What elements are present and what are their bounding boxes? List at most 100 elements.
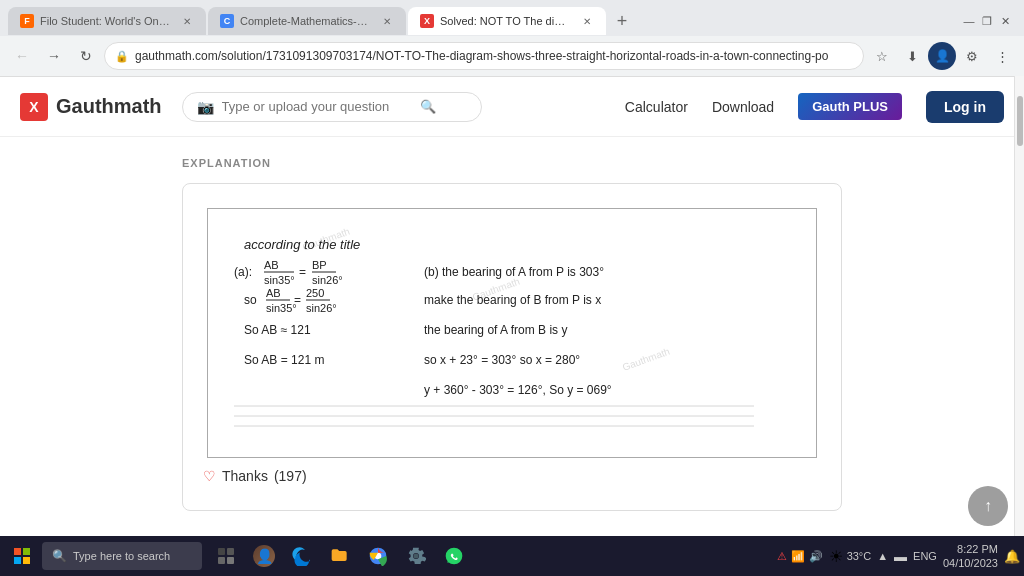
profile-button[interactable]: 👤 [928,42,956,70]
system-tray: ⚠ 📶 🔊 [777,550,823,563]
svg-text:(a):: (a): [234,265,252,279]
logo-icon: X [20,93,48,121]
scroll-thumb[interactable] [1017,96,1023,146]
svg-text:sin35°: sin35° [266,302,297,314]
close-button[interactable]: ✕ [998,14,1012,28]
gauthplus-label: Gauth PLUS [812,99,888,114]
svg-text:sin26°: sin26° [312,274,343,286]
svg-rect-37 [227,557,234,564]
tab-add-button[interactable]: + [608,7,636,35]
scrollbar[interactable] [1014,76,1024,536]
svg-rect-35 [227,548,234,555]
svg-text:=: = [294,293,301,307]
login-label: Log in [944,99,986,115]
start-button[interactable] [4,538,40,574]
svg-rect-30 [14,548,21,555]
taskbar-app-whatsapp[interactable] [436,538,472,574]
svg-text:sin26°: sin26° [306,302,337,314]
svg-text:the bearing of A from B is y: the bearing of A from B is y [424,323,567,337]
svg-text:sin35°: sin35° [264,274,295,286]
scroll-up-button[interactable]: ↑ [968,486,1008,526]
explanation-label: EXPLANATION [182,157,842,169]
svg-text:BP: BP [312,259,327,271]
temperature: 33°C [847,550,872,562]
tab-filo[interactable]: F Filo Student: World's Only L... ✕ [8,7,206,35]
thanks-label: Thanks [222,468,268,484]
taskbar-search-icon: 🔍 [52,549,67,563]
taskbar-datetime[interactable]: 8:22 PM 04/10/2023 [943,542,998,571]
tab-filo-close[interactable]: ✕ [180,14,194,28]
scroll-up-icon: ↑ [984,497,992,515]
svg-text:according to the title: according to the title [244,237,360,252]
svg-text:So AB ≈ 121: So AB ≈ 121 [244,323,311,337]
tab-solved[interactable]: X Solved: NOT TO The diagram sh... ✕ [408,7,606,35]
svg-rect-33 [23,557,30,564]
taskbar-right: ⚠ 📶 🔊 ☀ 33°C ▲ ▬ ENG 8:22 PM 04/10/2023 … [777,542,1020,571]
heart-icon: ♡ [203,468,216,484]
notification-icon[interactable]: 🔔 [1004,549,1020,564]
svg-text:so  x + 23° = 303°   so x = 28: so x + 23° = 303° so x = 280° [424,353,580,367]
svg-text:y + 360° - 303° = 126°, So y =: y + 360° - 303° = 126°, So y = 069° [424,383,612,397]
tab-math[interactable]: C Complete-Mathematics-for-Ca... ✕ [208,7,406,35]
taskbar-app-edge[interactable] [284,538,320,574]
search-bar[interactable]: 📷 🔍 [182,92,482,122]
taskbar-app-person[interactable]: 👤 [246,538,282,574]
forward-button[interactable]: → [40,42,68,70]
svg-rect-36 [218,557,225,564]
menu-button[interactable]: ⋮ [988,42,1016,70]
taskbar-search-text: Type here to search [73,550,170,562]
browser-controls: ← → ↻ 🔒 gauthmath.com/solution/173109130… [0,36,1024,76]
search-icon[interactable]: 🔍 [420,99,436,114]
nav-links: Calculator Download Gauth PLUS Log in [625,91,1004,123]
minimize-button[interactable]: — [962,14,976,28]
taskbar-app-files[interactable] [322,538,358,574]
download-link[interactable]: Download [712,99,774,115]
taskbar-app-chrome[interactable] [360,538,396,574]
weather-widget: ☀ 33°C [829,547,872,566]
svg-text:250: 250 [306,287,324,299]
svg-text:(b) the bearing of A from P is: (b) the bearing of A from P is 303° [424,265,604,279]
svg-text:so: so [244,293,257,307]
taskbar-apps: 👤 [208,538,472,574]
svg-text:So AB = 121 m: So AB = 121 m [244,353,324,367]
taskbar-search[interactable]: 🔍 Type here to search [42,542,202,570]
weather-icon: ☀ [829,547,843,566]
login-button[interactable]: Log in [926,91,1004,123]
navbar: X Gauthmath 📷 🔍 Calculator Download Gaut… [0,77,1024,137]
svg-text:AB: AB [264,259,279,271]
taskbar-app-explorer[interactable] [208,538,244,574]
tab-math-close[interactable]: ✕ [380,14,394,28]
svg-rect-31 [23,548,30,555]
download-status-button[interactable]: ⬇ [898,42,926,70]
address-bar[interactable]: 🔒 gauthmath.com/solution/173109130970317… [104,42,864,70]
battery-icon: ▬ [894,549,907,564]
handwritten-content: Gauthmath Gauthmath Gauthmath according … [207,208,817,458]
star-button[interactable]: ☆ [868,42,896,70]
svg-rect-34 [218,548,225,555]
tab-filo-label: Filo Student: World's Only L... [40,15,170,27]
tab-solved-close[interactable]: ✕ [580,14,594,28]
svg-rect-32 [14,557,21,564]
reload-button[interactable]: ↻ [72,42,100,70]
solution-box: Gauthmath Gauthmath Gauthmath according … [182,183,842,511]
svg-text:make the bearing of B from P i: make the bearing of B from P is x [424,293,601,307]
thanks-count: (197) [274,468,307,484]
camera-icon[interactable]: 📷 [197,99,214,115]
extensions-button[interactable]: ⚙ [958,42,986,70]
logo-name: Gauthmath [56,95,162,118]
svg-text:Gauthmath: Gauthmath [621,346,671,373]
logo-letter: X [29,99,38,115]
thanks-row[interactable]: ♡ Thanks (197) [203,462,821,490]
search-input[interactable] [222,99,412,114]
handwritten-svg: Gauthmath Gauthmath Gauthmath according … [224,221,764,441]
maximize-button[interactable]: ❐ [980,14,994,28]
clock-date: 04/10/2023 [943,556,998,570]
back-button[interactable]: ← [8,42,36,70]
browser-actions: ☆ ⬇ 👤 ⚙ ⋮ [868,42,1016,70]
volume-icon: 🔊 [809,550,823,563]
gauthplus-button[interactable]: Gauth PLUS [798,93,902,120]
clock-time: 8:22 PM [957,542,998,556]
calculator-link[interactable]: Calculator [625,99,688,115]
tab-math-label: Complete-Mathematics-for-Ca... [240,15,370,27]
taskbar-app-settings[interactable] [398,538,434,574]
